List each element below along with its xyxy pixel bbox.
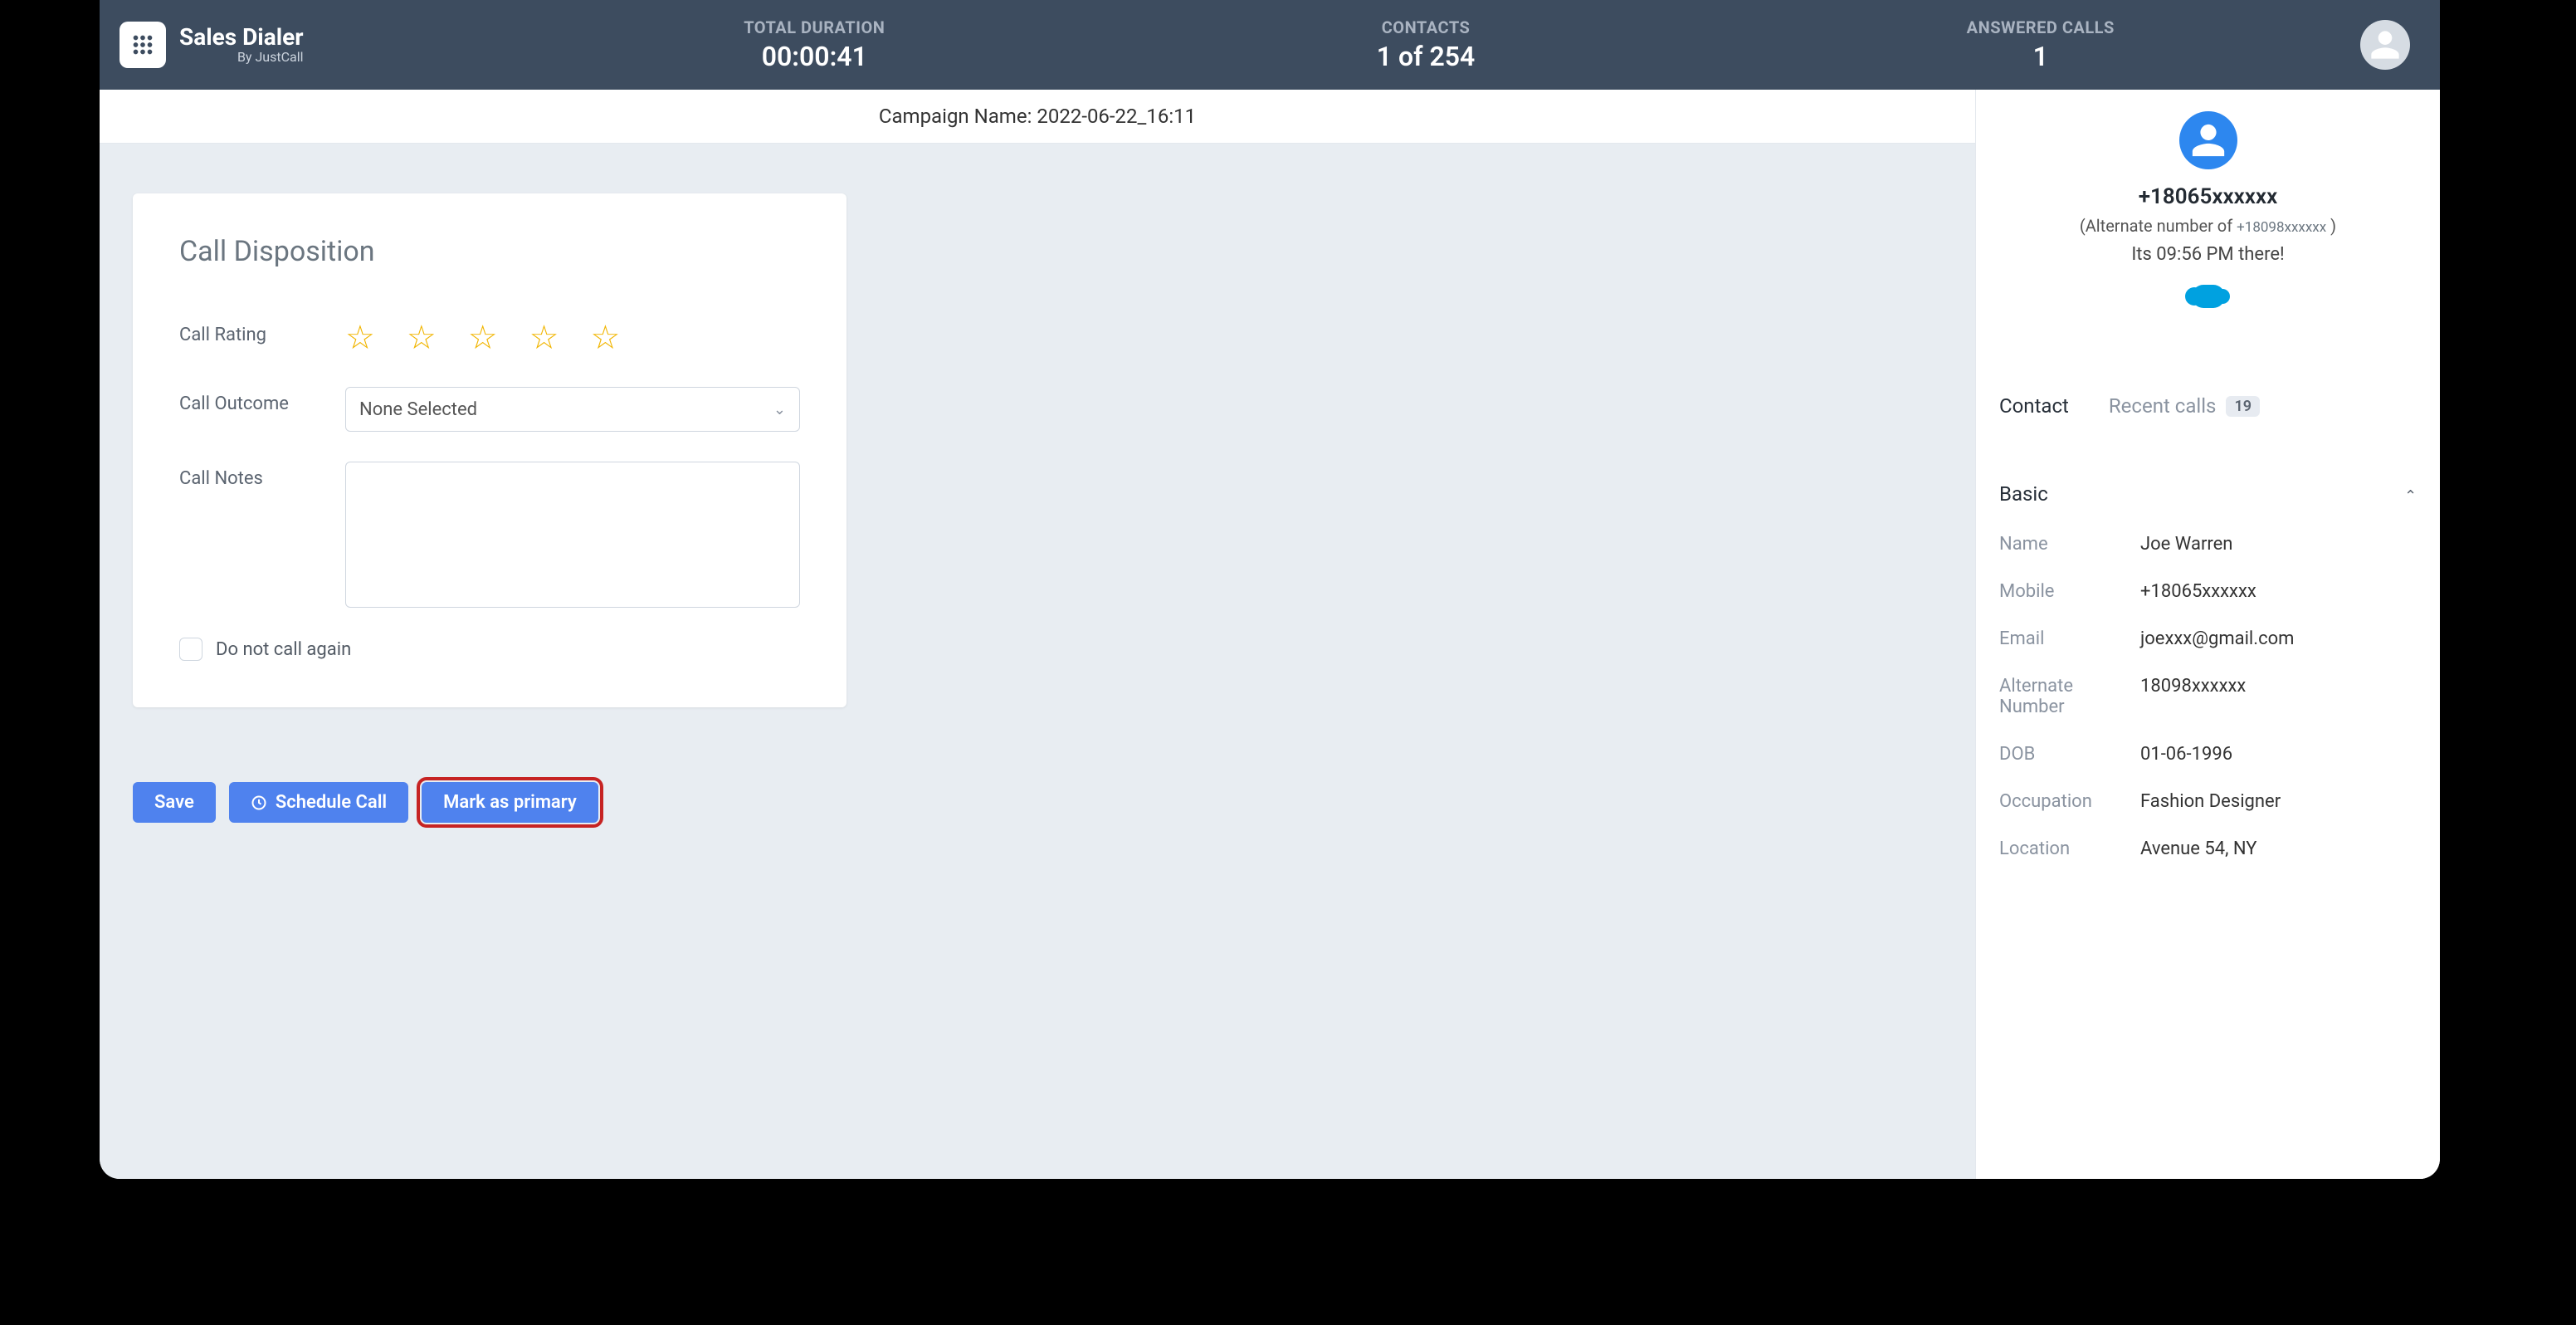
notes-label: Call Notes	[179, 462, 345, 489]
tab-recent-calls[interactable]: Recent calls 19	[2109, 394, 2260, 424]
info-dob: DOB 01-06-1996	[1999, 731, 2417, 778]
call-disposition-card: Call Disposition Call Rating ☆ ☆ ☆ ☆ ☆ C…	[133, 193, 846, 707]
main-panel: Campaign Name: 2022-06-22_16:11 Call Dis…	[100, 90, 1975, 1179]
stat-answered-value: 1	[2033, 41, 2048, 72]
tab-recent-label: Recent calls	[2109, 394, 2217, 418]
app-window: Sales Dialer By JustCall TOTAL DURATION …	[100, 0, 2440, 1179]
stat-duration: TOTAL DURATION 00:00:41	[744, 17, 885, 72]
contact-phone: +18065xxxxxx	[1999, 184, 2417, 209]
mobile-value: +18065xxxxxx	[2140, 581, 2417, 602]
topbar-stats: TOTAL DURATION 00:00:41 CONTACTS 1 of 25…	[498, 17, 2360, 72]
recent-count-badge: 19	[2226, 396, 2260, 417]
stat-duration-value: 00:00:41	[762, 41, 867, 72]
chevron-up-icon: ⌄	[2404, 486, 2417, 503]
schedule-call-label: Schedule Call	[276, 792, 387, 813]
contact-alternate: (Alternate number of +18098xxxxxx )	[1999, 216, 2417, 236]
dob-value: 01-06-1996	[2140, 744, 2417, 765]
user-icon	[2369, 28, 2402, 61]
info-name: Name Joe Warren	[1999, 521, 2417, 568]
salesforce-icon[interactable]	[1999, 285, 2417, 311]
dob-label: DOB	[1999, 744, 2140, 765]
stat-duration-label: TOTAL DURATION	[744, 17, 885, 37]
alt-label: Alternate Number	[1999, 676, 2140, 717]
occ-label: Occupation	[1999, 791, 2140, 812]
notes-row: Call Notes	[179, 462, 800, 608]
info-alt: Alternate Number 18098xxxxxx	[1999, 662, 2417, 731]
star-3[interactable]: ☆	[468, 318, 498, 357]
chevron-down-icon: ⌄	[773, 401, 786, 418]
email-value: joexxx@gmail.com	[2140, 628, 2417, 649]
alt-prefix: (Alternate number of	[2080, 216, 2237, 236]
campaign-bar: Campaign Name: 2022-06-22_16:11	[100, 90, 1975, 144]
user-avatar-button[interactable]	[2360, 20, 2410, 70]
star-4[interactable]: ☆	[529, 318, 559, 357]
campaign-label: Campaign Name:	[879, 105, 1037, 128]
occ-value: Fashion Designer	[2140, 791, 2417, 812]
card-title: Call Disposition	[179, 235, 800, 268]
alt-suffix: )	[2326, 216, 2336, 236]
basic-section-label: Basic	[1999, 482, 2048, 506]
brand-title: Sales Dialer	[179, 26, 303, 49]
star-2[interactable]: ☆	[407, 318, 437, 357]
mobile-label: Mobile	[1999, 581, 2140, 602]
stat-answered-label: ANSWERED CALLS	[1967, 17, 2115, 37]
loc-label: Location	[1999, 839, 2140, 859]
contact-panel: +18065xxxxxx (Alternate number of +18098…	[1975, 90, 2440, 1179]
rating-stars: ☆ ☆ ☆ ☆ ☆	[345, 318, 620, 357]
basic-section-header[interactable]: Basic ⌄	[1999, 482, 2417, 506]
dnc-checkbox[interactable]	[179, 638, 202, 661]
stat-answered: ANSWERED CALLS 1	[1967, 17, 2115, 72]
body: Campaign Name: 2022-06-22_16:11 Call Dis…	[100, 90, 2440, 1179]
loc-value: Avenue 54, NY	[2140, 839, 2417, 859]
topbar: Sales Dialer By JustCall TOTAL DURATION …	[100, 0, 2440, 90]
contact-avatar-icon	[2179, 111, 2237, 169]
brand: Sales Dialer By JustCall	[100, 22, 498, 68]
stat-contacts: CONTACTS 1 of 254	[1377, 17, 1476, 72]
dnc-label: Do not call again	[216, 639, 351, 660]
name-value: Joe Warren	[2140, 534, 2417, 555]
star-5[interactable]: ☆	[590, 318, 620, 357]
brand-subtitle: By JustCall	[179, 49, 303, 65]
email-label: Email	[1999, 628, 2140, 649]
brand-logo-icon	[120, 22, 166, 68]
action-buttons: Save Schedule Call Mark as primary	[133, 782, 1942, 823]
mark-as-primary-button[interactable]: Mark as primary	[422, 782, 598, 823]
stat-contacts-value: 1 of 254	[1377, 41, 1476, 72]
info-occupation: Occupation Fashion Designer	[1999, 778, 2417, 825]
clock-icon	[251, 795, 267, 811]
alt-value: 18098xxxxxx	[2140, 676, 2417, 717]
rating-row: Call Rating ☆ ☆ ☆ ☆ ☆	[179, 318, 800, 357]
outcome-selected: None Selected	[359, 399, 477, 420]
outcome-select[interactable]: None Selected ⌄	[345, 387, 800, 432]
contact-local-time: Its 09:56 PM there!	[1999, 244, 2417, 265]
info-mobile: Mobile +18065xxxxxx	[1999, 568, 2417, 615]
call-notes-input[interactable]	[345, 462, 800, 608]
name-label: Name	[1999, 534, 2140, 555]
stat-contacts-label: CONTACTS	[1382, 17, 1471, 37]
save-button[interactable]: Save	[133, 782, 216, 823]
alt-number: +18098xxxxxx	[2237, 219, 2326, 236]
right-tabs: Contact Recent calls 19	[1999, 394, 2417, 424]
outcome-row: Call Outcome None Selected ⌄	[179, 387, 800, 432]
campaign-name: 2022-06-22_16:11	[1037, 105, 1196, 128]
rating-label: Call Rating	[179, 318, 345, 345]
info-location: Location Avenue 54, NY	[1999, 825, 2417, 873]
star-1[interactable]: ☆	[345, 318, 375, 357]
tab-contact[interactable]: Contact	[1999, 394, 2069, 424]
dnc-row: Do not call again	[179, 638, 800, 661]
info-email: Email joexxx@gmail.com	[1999, 615, 2417, 662]
schedule-call-button[interactable]: Schedule Call	[229, 782, 408, 823]
outcome-label: Call Outcome	[179, 387, 345, 414]
